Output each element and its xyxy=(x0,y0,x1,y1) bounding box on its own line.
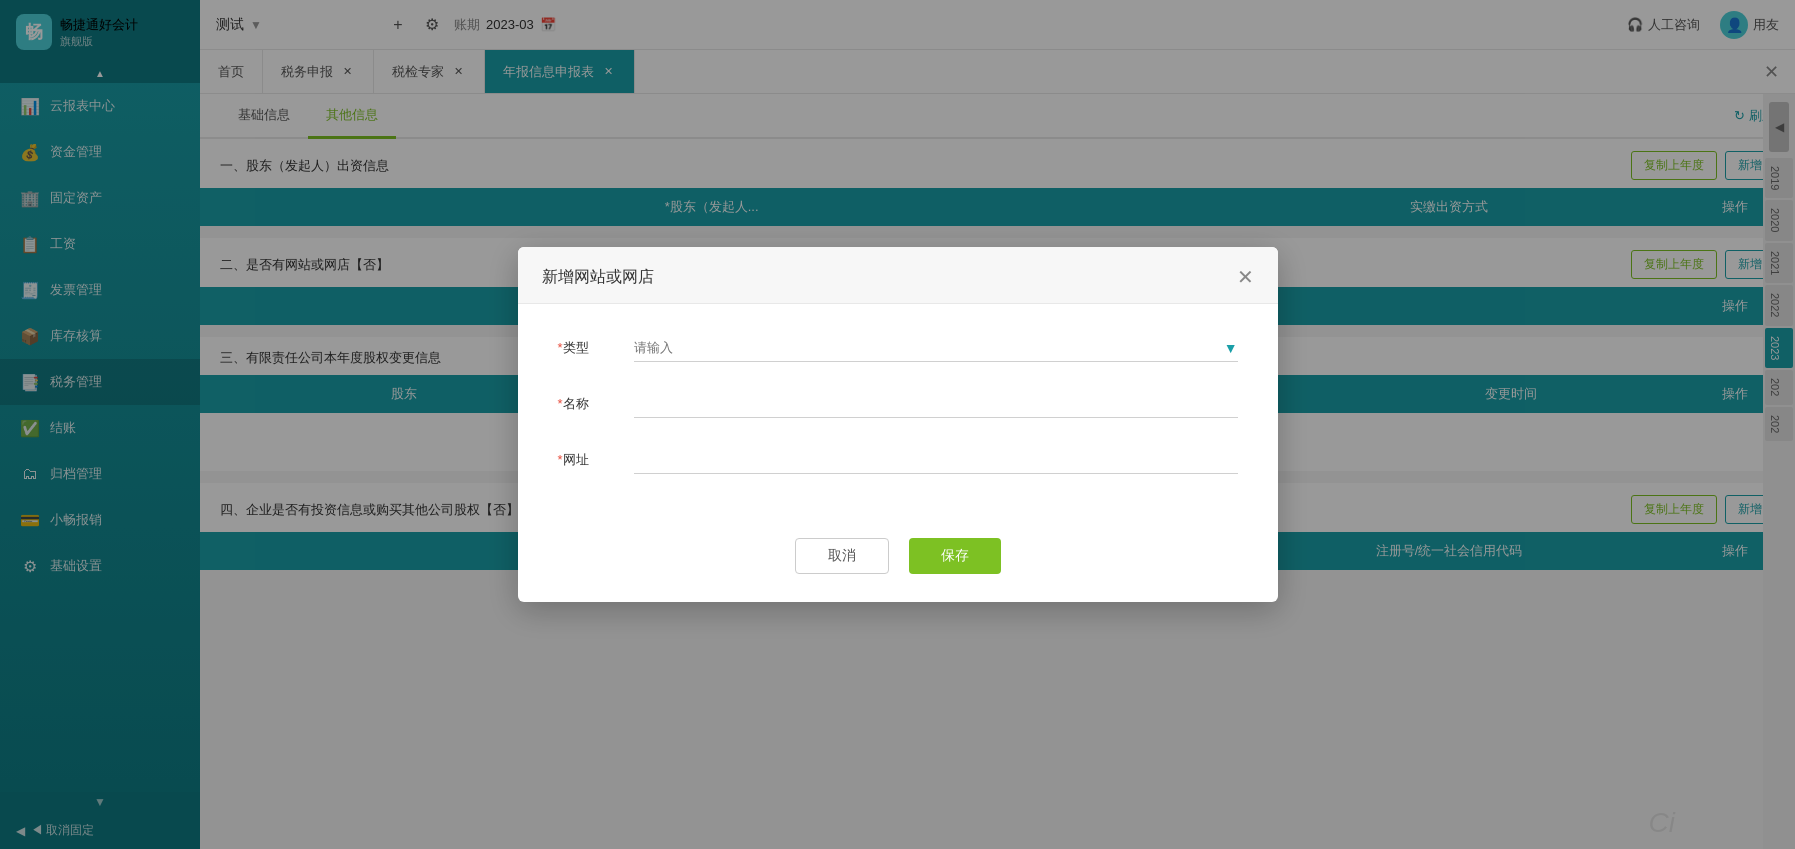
modal-overlay: 新增网站或网店 ✕ *type类型 ▼ *名称 xyxy=(0,0,1795,849)
name-label: *名称 xyxy=(558,395,618,413)
cancel-button[interactable]: 取消 xyxy=(795,538,889,574)
type-select-wrap: ▼ xyxy=(634,334,1238,362)
form-row-name: *名称 xyxy=(558,390,1238,418)
modal-header: 新增网站或网店 ✕ xyxy=(518,247,1278,304)
required-mark: * xyxy=(558,452,563,467)
modal-add-website: 新增网站或网店 ✕ *type类型 ▼ *名称 xyxy=(518,247,1278,602)
required-mark: * xyxy=(558,396,563,411)
type-select[interactable] xyxy=(634,334,1238,361)
modal-close-button[interactable]: ✕ xyxy=(1237,265,1254,289)
url-input[interactable] xyxy=(634,446,1238,474)
modal-title: 新增网站或网店 xyxy=(542,267,654,288)
type-label: *type类型 xyxy=(558,339,618,357)
form-row-url: *网址 xyxy=(558,446,1238,474)
required-mark: * xyxy=(558,340,563,355)
save-button[interactable]: 保存 xyxy=(909,538,1001,574)
url-label: *网址 xyxy=(558,451,618,469)
modal-body: *type类型 ▼ *名称 *网址 xyxy=(518,304,1278,526)
name-input[interactable] xyxy=(634,390,1238,418)
form-row-type: *type类型 ▼ xyxy=(558,334,1238,362)
modal-footer: 取消 保存 xyxy=(518,526,1278,602)
